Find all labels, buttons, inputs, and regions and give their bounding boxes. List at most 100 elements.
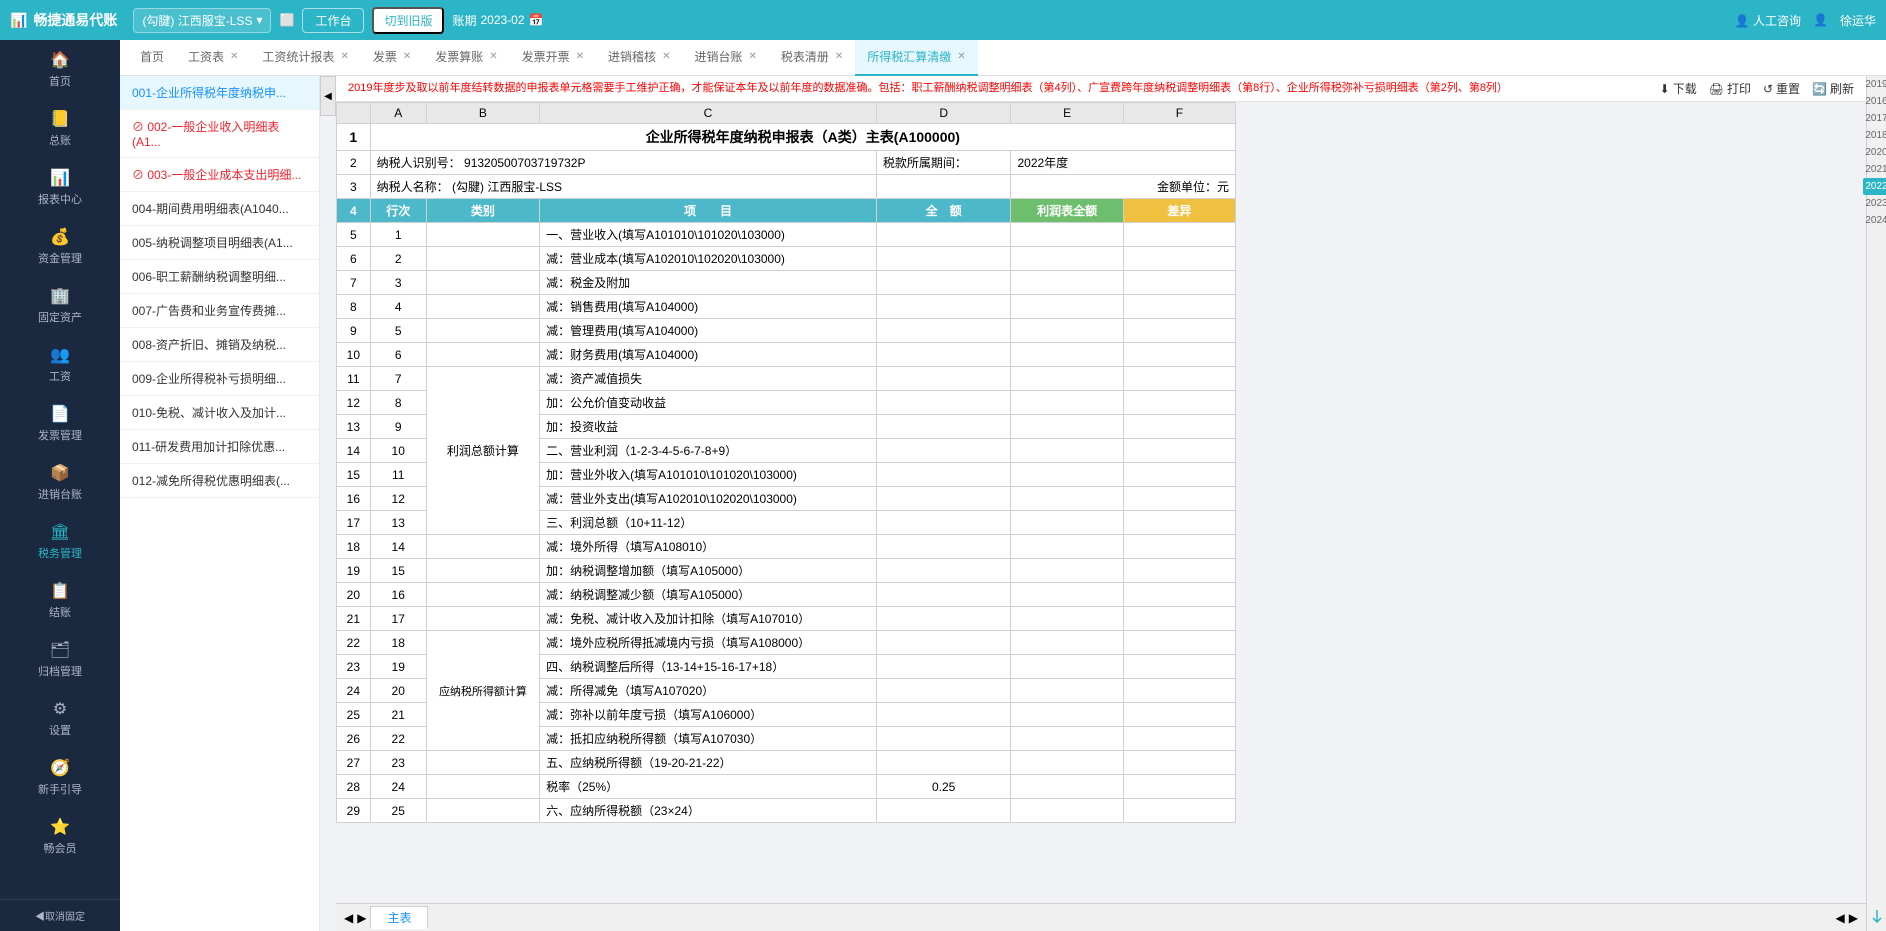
- company-selector[interactable]: (勾腱) 江西服宝-LSS ▾: [133, 8, 271, 33]
- sub-sidebar-item-011[interactable]: 011-研发费用加计扣除优惠...: [120, 430, 319, 464]
- row-num: 18: [337, 535, 371, 559]
- sub-sidebar-item-004[interactable]: 004-期间费用明细表(A1040...: [120, 192, 319, 226]
- row-profit: [1011, 271, 1123, 295]
- row-index: 12: [370, 487, 426, 511]
- tab-purchase-audit[interactable]: 进销稽核 ✕: [596, 40, 682, 76]
- prev-sheet-button[interactable]: ◀: [344, 911, 353, 925]
- row-item: 减：抵扣应纳税所得额（填写A107030）: [540, 727, 877, 751]
- tab-home[interactable]: 首页: [128, 40, 176, 76]
- year-2016[interactable]: 2016: [1863, 93, 1886, 110]
- sidebar-item-close[interactable]: 📋 结账: [0, 571, 120, 630]
- year-2018[interactable]: 2018: [1863, 127, 1886, 144]
- year-2024[interactable]: 2024: [1863, 212, 1886, 229]
- close-icon[interactable]: ✕: [230, 51, 238, 62]
- row-index: 3: [370, 271, 426, 295]
- unpin-button[interactable]: ◀取消固定: [0, 899, 120, 931]
- tab-invoice-calc[interactable]: 发票算账 ✕: [423, 40, 509, 76]
- sidebar-item-assets[interactable]: 🏢 固定资产: [0, 276, 120, 335]
- sidebar-item-ledger[interactable]: 📒 总账: [0, 99, 120, 158]
- year-2020[interactable]: 2020: [1863, 144, 1886, 161]
- reset-button[interactable]: ↺ 重置: [1763, 80, 1800, 97]
- ledger-icon: 📒: [50, 109, 70, 129]
- row-diff: [1123, 439, 1235, 463]
- scroll-left-button[interactable]: ◀: [1836, 911, 1845, 925]
- sidebar: 🏠 首页 📒 总账 📊 报表中心 💰 资金管理 🏢 固定资产 👥 工资: [0, 40, 120, 931]
- row-amount: [876, 799, 1011, 823]
- year-2022[interactable]: 2022: [1863, 178, 1886, 195]
- close-icon[interactable]: ✕: [662, 51, 670, 62]
- tab-label-invoice: 发票: [373, 48, 397, 65]
- calendar-icon[interactable]: 📅: [529, 13, 544, 27]
- sub-sidebar-item-012[interactable]: 012-减免所得税优惠明细表(...: [120, 464, 319, 498]
- toggle-button[interactable]: 切到旧版: [372, 7, 444, 34]
- sidebar-item-archive[interactable]: 🗂 归档管理: [0, 630, 120, 689]
- sub-sidebar-item-001[interactable]: 001-企业所得税年度纳税申...: [120, 76, 319, 110]
- sub-sidebar-item-008[interactable]: 008-资产折旧、摊销及纳税...: [120, 328, 319, 362]
- year-2019[interactable]: 2019: [1863, 76, 1886, 93]
- year-2023[interactable]: 2023: [1863, 195, 1886, 212]
- tab-tax-list[interactable]: 税表清册 ✕: [769, 40, 855, 76]
- row-profit: [1011, 487, 1123, 511]
- tab-payroll-stats[interactable]: 工资统计报表 ✕: [250, 40, 360, 76]
- sidebar-item-invoice[interactable]: 📄 发票管理: [0, 394, 120, 453]
- tab-income-tax[interactable]: 所得税汇算清缴 ✕: [855, 40, 977, 76]
- sidebar-item-settings[interactable]: ⚙ 设置: [0, 689, 120, 748]
- row-amount: 0.25: [876, 775, 1011, 799]
- close-icon[interactable]: ✕: [957, 51, 965, 62]
- year-2021[interactable]: 2021: [1863, 161, 1886, 178]
- row-num-1: 1: [337, 124, 371, 151]
- tab-invoice[interactable]: 发票 ✕: [361, 40, 423, 76]
- sidebar-item-stock[interactable]: 📦 进销台账: [0, 453, 120, 512]
- sub-sidebar-item-006[interactable]: 006-职工薪酬纳税调整明细...: [120, 260, 319, 294]
- sidebar-item-member[interactable]: ⭐ 畅会员: [0, 807, 120, 866]
- spreadsheet-wrapper[interactable]: A B C D E F: [336, 102, 1866, 903]
- app-container: 📊 畅捷通易代账 (勾腱) 江西服宝-LSS ▾ ⬜ 工作台 切到旧版 账期 2…: [0, 0, 1886, 931]
- sidebar-label-finance: 资金管理: [38, 250, 82, 266]
- sub-sidebar-item-002[interactable]: ⊘ 002-一般企业收入明细表(A1...: [120, 110, 319, 158]
- close-icon[interactable]: ✕: [489, 51, 497, 62]
- collapse-button[interactable]: ◀: [320, 76, 336, 116]
- row-num: 16: [337, 487, 371, 511]
- sidebar-item-guide[interactable]: 🧭 新手引导: [0, 748, 120, 807]
- row-index: 22: [370, 727, 426, 751]
- row-amount: [876, 247, 1011, 271]
- copy-icon[interactable]: ⬜: [279, 13, 294, 27]
- sub-sidebar-item-003[interactable]: ⊘ 003-一般企业成本支出明细...: [120, 158, 319, 192]
- row-num-4: 4: [337, 199, 371, 223]
- sidebar-label-tax: 税务管理: [38, 545, 82, 561]
- close-icon[interactable]: ✕: [340, 51, 348, 62]
- row-profit: [1011, 535, 1123, 559]
- row-index: 14: [370, 535, 426, 559]
- print-button[interactable]: 🖨 打印: [1709, 80, 1751, 97]
- tab-invoice-open[interactable]: 发票开票 ✕: [510, 40, 596, 76]
- sub-sidebar-item-007[interactable]: 007-广告费和业务宣传费摊...: [120, 294, 319, 328]
- download-button[interactable]: ⬇ 下载: [1660, 80, 1697, 97]
- refresh-button[interactable]: 🔄 刷新: [1812, 80, 1854, 97]
- next-sheet-button[interactable]: ▶: [357, 911, 366, 925]
- close-icon[interactable]: ✕: [748, 51, 756, 62]
- sub-sidebar: 001-企业所得税年度纳税申... ⊘ 002-一般企业收入明细表(A1... …: [120, 76, 320, 931]
- ai-consult-button[interactable]: 👤 人工咨询: [1735, 12, 1801, 29]
- sheet-tab-main[interactable]: 主表: [370, 906, 428, 929]
- scroll-right-button[interactable]: ▶: [1849, 911, 1858, 925]
- year-2017[interactable]: 2017: [1863, 110, 1886, 127]
- row-index: 1: [370, 223, 426, 247]
- close-icon[interactable]: ✕: [835, 51, 843, 62]
- workbench-button[interactable]: 工作台: [302, 8, 364, 33]
- tab-payroll[interactable]: 工资表 ✕: [176, 40, 250, 76]
- sub-sidebar-item-009[interactable]: 009-企业所得税补亏损明细...: [120, 362, 319, 396]
- close-icon[interactable]: ✕: [403, 51, 411, 62]
- tab-purchase-ledger[interactable]: 进销台账 ✕: [682, 40, 768, 76]
- row-item: 加：纳税调整增加额（填写A105000）: [540, 559, 877, 583]
- table-row: 28 24 税率（25%） 0.25: [337, 775, 1236, 799]
- sub-sidebar-item-010[interactable]: 010-免税、减计收入及加计...: [120, 396, 319, 430]
- sidebar-item-reports[interactable]: 📊 报表中心: [0, 158, 120, 217]
- row-num-header: [337, 103, 371, 124]
- sidebar-item-payroll[interactable]: 👥 工资: [0, 335, 120, 394]
- sidebar-item-tax[interactable]: 🏛 税务管理: [0, 512, 120, 571]
- sub-sidebar-item-005[interactable]: 005-纳税调整项目明细表(A1...: [120, 226, 319, 260]
- close-icon[interactable]: ✕: [576, 51, 584, 62]
- row-item: 减：销售费用(填写A104000): [540, 295, 877, 319]
- sidebar-item-home[interactable]: 🏠 首页: [0, 40, 120, 99]
- sidebar-item-finance[interactable]: 💰 资金管理: [0, 217, 120, 276]
